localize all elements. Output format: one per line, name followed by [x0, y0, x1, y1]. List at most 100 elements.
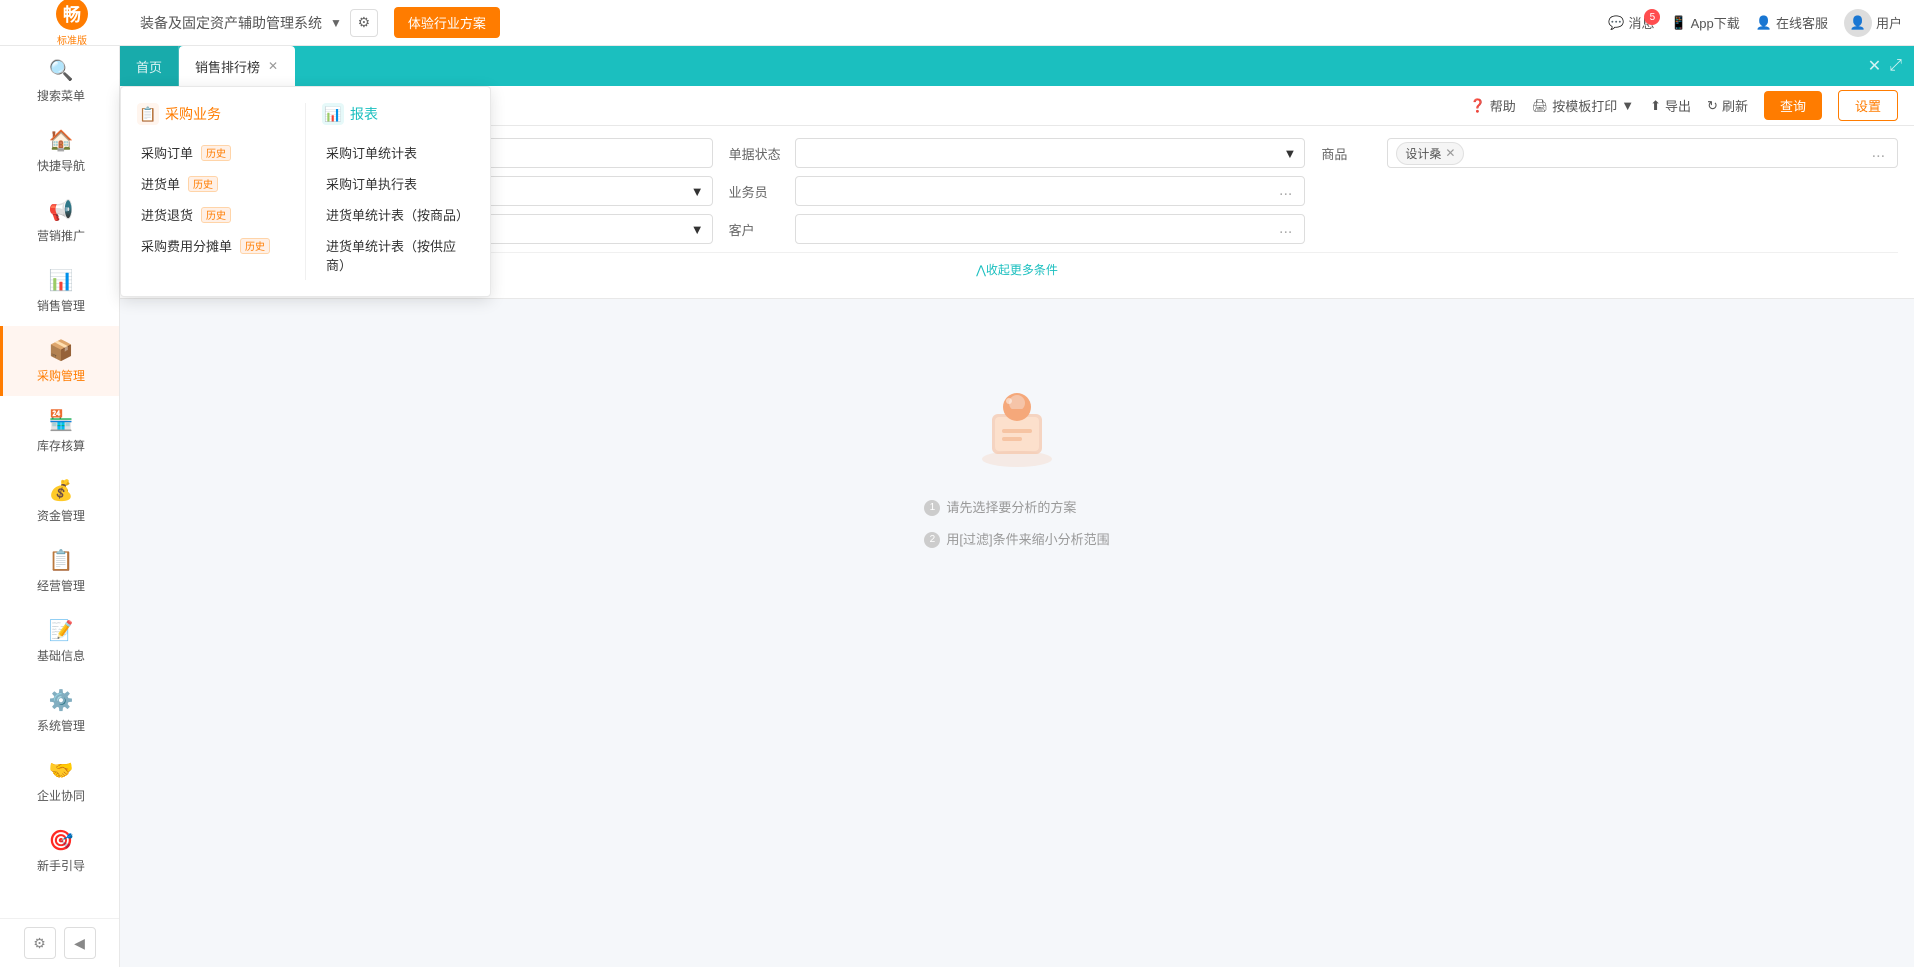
order-status-select[interactable]: ▼	[795, 138, 1306, 168]
system-icon: ⚙️	[49, 688, 74, 713]
sidebar-collapse-btn[interactable]: ◀	[64, 927, 96, 959]
refresh-btn[interactable]: ↻ 刷新	[1707, 96, 1748, 115]
tab-home-label: 首页	[136, 57, 162, 76]
message-icon: 💬	[1608, 15, 1624, 31]
goods-tag-close[interactable]: ✕	[1445, 146, 1455, 160]
tab-close-all-btn[interactable]: ✕	[1868, 56, 1881, 76]
refresh-icon: ↻	[1707, 98, 1718, 114]
history-badge-2: 历史	[188, 176, 218, 192]
tab-sales-rank[interactable]: 销售排行榜 ✕	[179, 46, 295, 86]
sidebar-item-search[interactable]: 🔍 搜索菜单	[0, 46, 119, 116]
customer-select[interactable]: ...	[795, 214, 1306, 244]
home-icon: 🏠	[49, 128, 74, 153]
purchase-icon: 📦	[49, 338, 74, 363]
sidebar-label-system: 系统管理	[37, 717, 85, 734]
sidebar-bottom: ⚙ ◀	[0, 918, 119, 967]
sidebar-item-finance[interactable]: 💰 资金管理	[0, 466, 119, 536]
purchase-dropdown-menu: 📋 采购业务 采购订单 历史 进货单 历史 进货退货 历史 采购费用分摊单 历史…	[120, 86, 491, 297]
sidebar-item-basic[interactable]: 📝 基础信息	[0, 606, 119, 676]
customer-label: 客户	[729, 220, 789, 239]
finance-icon: 💰	[49, 478, 74, 503]
empty-illustration	[967, 379, 1067, 479]
report-col-icon: 📊	[322, 103, 344, 125]
dropdown-item-stock-in[interactable]: 进货单 历史	[137, 168, 289, 199]
goods-tag: 设计桑 ✕	[1396, 142, 1464, 165]
basic-icon: 📝	[49, 618, 74, 643]
sidebar: 🔍 搜索菜单 🏠 快捷导航 📢 营销推广 📊 销售管理 📦 采购管理 🏪 库存核…	[0, 46, 120, 967]
tab-expand-btn[interactable]: ⤢	[1889, 57, 1902, 75]
sidebar-label-sales: 销售管理	[37, 297, 85, 314]
collapse-label: 收起更多条件	[986, 261, 1058, 278]
gear-settings-btn[interactable]: ⚙	[350, 9, 378, 37]
sidebar-label-inventory: 库存核算	[37, 437, 85, 454]
sidebar-item-marketing[interactable]: 📢 营销推广	[0, 186, 119, 256]
dropdown-purchase-title: 📋 采购业务	[137, 103, 289, 125]
print-btn[interactable]: 🖨 按模板打印 ▼	[1532, 96, 1634, 115]
service-icon: 👤	[1756, 15, 1772, 31]
industry-btn[interactable]: 体验行业方案	[394, 7, 500, 38]
phone-icon: 📱	[1670, 15, 1686, 31]
filter-order-status: 单据状态 ▼	[729, 138, 1306, 168]
goods-more-btn[interactable]: ...	[1868, 144, 1889, 162]
sidebar-label-finance: 资金管理	[37, 507, 85, 524]
dropdown-item-purchase-expense[interactable]: 采购费用分摊单 历史	[137, 230, 289, 261]
query-btn[interactable]: 查询	[1764, 91, 1822, 120]
title-dropdown-icon[interactable]: ▼	[330, 16, 342, 30]
tab-home[interactable]: 首页	[120, 46, 179, 86]
area-dropdown-icon: ▼	[691, 222, 704, 237]
print-dropdown-icon[interactable]: ▼	[1621, 98, 1634, 113]
filter-salesperson: 业务员 ...	[729, 176, 1306, 206]
logo-subtext: 标准版	[57, 32, 87, 47]
tab-bar-right: ✕ ⤢	[1868, 56, 1914, 76]
sidebar-settings-btn[interactable]: ⚙	[24, 927, 56, 959]
sidebar-label-operation: 经营管理	[37, 577, 85, 594]
sidebar-item-inventory[interactable]: 🏪 库存核算	[0, 396, 119, 466]
salesperson-label: 业务员	[729, 182, 789, 201]
export-btn[interactable]: ⬆ 导出	[1650, 96, 1691, 115]
marketing-icon: 📢	[49, 198, 74, 223]
header-title: 装备及固定资产辅助管理系统 ▼ ⚙ 体验行业方案	[140, 7, 1608, 38]
message-btn[interactable]: 💬 消息 5	[1608, 13, 1654, 32]
purchase-col-icon: 📋	[137, 103, 159, 125]
dropdown-item-stock-stats-goods[interactable]: 进货单统计表（按商品）	[322, 199, 474, 230]
dropdown-purchase-col: 📋 采购业务 采购订单 历史 进货单 历史 进货退货 历史 采购费用分摊单 历史	[137, 103, 289, 280]
dropdown-item-stock-return[interactable]: 进货退货 历史	[137, 199, 289, 230]
message-badge: 5	[1644, 9, 1660, 25]
sidebar-item-shortcut[interactable]: 🏠 快捷导航	[0, 116, 119, 186]
dropdown-item-order-exec[interactable]: 采购订单执行表	[322, 168, 474, 199]
salesperson-more[interactable]: ...	[1275, 182, 1296, 200]
sidebar-item-sales[interactable]: 📊 销售管理	[0, 256, 119, 326]
operation-icon: 📋	[49, 548, 74, 573]
tab-close-icon[interactable]: ✕	[268, 59, 278, 73]
settings-btn[interactable]: 设置	[1838, 90, 1898, 121]
export-icon: ⬆	[1650, 98, 1661, 114]
dropdown-item-stock-stats-supplier[interactable]: 进货单统计表（按供应商）	[322, 230, 474, 280]
step-2: 2 用[过滤]条件来缩小分析范围	[924, 527, 1109, 553]
rank-dropdown-icon: ▼	[691, 184, 704, 199]
step-1: 1 请先选择要分析的方案	[924, 495, 1109, 521]
sidebar-label-guide: 新手引导	[37, 857, 85, 874]
history-badge-1: 历史	[201, 145, 231, 161]
sidebar-item-operation[interactable]: 📋 经营管理	[0, 536, 119, 606]
sidebar-item-guide[interactable]: 🎯 新手引导	[0, 816, 119, 886]
dropdown-item-order-stats[interactable]: 采购订单统计表	[322, 137, 474, 168]
user-btn[interactable]: 👤 用户	[1844, 9, 1902, 37]
sidebar-item-purchase[interactable]: 📦 采购管理	[0, 326, 119, 396]
empty-instructions: 1 请先选择要分析的方案 2 用[过滤]条件来缩小分析范围	[924, 495, 1109, 553]
tab-bar: 首页 销售排行榜 ✕ ✕ ⤢	[120, 46, 1914, 86]
customer-more[interactable]: ...	[1275, 220, 1296, 238]
sidebar-label-marketing: 营销推广	[37, 227, 85, 244]
logo-area: 畅 标准版	[12, 0, 132, 47]
collapse-icon: ⋀	[976, 263, 986, 277]
sidebar-item-system[interactable]: ⚙️ 系统管理	[0, 676, 119, 746]
filter-customer: 客户 ...	[729, 214, 1306, 244]
help-btn[interactable]: ❓ 帮助	[1470, 96, 1516, 115]
inventory-icon: 🏪	[49, 408, 74, 433]
goods-select[interactable]: 设计桑 ✕ ...	[1387, 138, 1898, 168]
sidebar-item-enterprise[interactable]: 🤝 企业协同	[0, 746, 119, 816]
app-download-btn[interactable]: 📱 App下载	[1670, 13, 1739, 32]
salesperson-select[interactable]: ...	[795, 176, 1306, 206]
online-service-btn[interactable]: 👤 在线客服	[1756, 13, 1828, 32]
dropdown-item-purchase-order[interactable]: 采购订单 历史	[137, 137, 289, 168]
sidebar-label-purchase: 采购管理	[37, 367, 85, 384]
